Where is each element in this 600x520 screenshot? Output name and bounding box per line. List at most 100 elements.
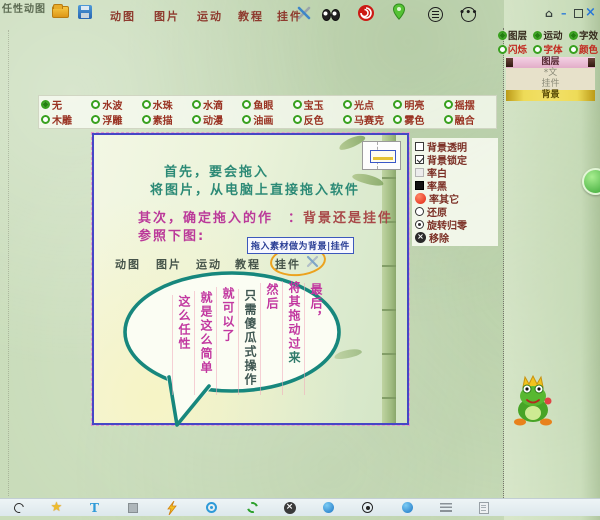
tab-color[interactable]: 颜色: [569, 42, 598, 56]
app-window: { "app": { "title": "任性动图" }, "main_menu…: [0, 0, 600, 520]
swirl-icon[interactable]: [357, 4, 375, 22]
remove-icon[interactable]: ×: [283, 501, 296, 514]
radio-icon: [393, 100, 402, 109]
record-icon[interactable]: [361, 501, 374, 514]
filter-option[interactable]: 鱼眼: [242, 97, 292, 112]
blue-dot-icon-2[interactable]: [401, 501, 414, 514]
menu-item-motion[interactable]: 运动: [197, 8, 223, 24]
blue-dot-icon[interactable]: [322, 501, 335, 514]
radio-icon: [343, 115, 352, 124]
bubble-col-1: 最后，: [304, 283, 326, 395]
left-edge-separator: [8, 30, 9, 496]
filter-option[interactable]: 光点: [343, 97, 393, 112]
radio-icon: [415, 207, 424, 216]
filter-option[interactable]: 反色: [293, 112, 343, 127]
text-tool-icon[interactable]: T: [88, 501, 101, 514]
filter-option[interactable]: 水珠: [142, 97, 192, 112]
filter-option[interactable]: 马赛克: [343, 112, 393, 127]
bubble-col-4: 只需傻瓜式操作: [238, 289, 260, 395]
bubble-col-2: 将其拖动过来: [282, 281, 304, 395]
layer-item-background-selected[interactable]: 背景: [506, 90, 595, 101]
layer-list: 图层 *文 挂件 背景: [506, 57, 595, 101]
menu-item-animation[interactable]: 动图: [110, 8, 136, 24]
background-options-panel: 背景透明 背景锁定 率白 率黑 率其它 还原 旋转归零 移除: [412, 138, 498, 246]
option-remove[interactable]: 移除: [415, 231, 495, 244]
checkbox-checked-icon: [415, 155, 424, 164]
radio-icon: [242, 100, 251, 109]
filter-option[interactable]: 木雕: [41, 112, 91, 127]
wrench-icon[interactable]: [296, 5, 312, 21]
bubble-col-6: 就是这么简单: [194, 291, 216, 395]
remove-circle-icon: [415, 232, 426, 243]
radio-icon: [293, 115, 302, 124]
filter-option[interactable]: 浮雕: [91, 112, 141, 127]
radio-icon: [41, 100, 50, 109]
layer-item-widget[interactable]: 挂件: [506, 79, 595, 90]
close-icon[interactable]: ×: [585, 5, 596, 20]
filter-option[interactable]: 摇摆: [444, 97, 494, 112]
list-icon[interactable]: [439, 501, 452, 514]
radio-icon: [393, 115, 402, 124]
more-circle-icon[interactable]: •••: [461, 7, 476, 22]
tab-flash[interactable]: 闪烁: [498, 42, 527, 56]
black-swatch-icon: [415, 181, 424, 190]
flash-icon[interactable]: [165, 501, 178, 514]
menu-item-tutorial[interactable]: 教程: [238, 8, 264, 24]
filter-option[interactable]: 宝玉: [293, 97, 343, 112]
filter-option[interactable]: 油画: [242, 112, 292, 127]
menu-circle-icon[interactable]: [428, 7, 443, 22]
radio-icon: [192, 115, 201, 124]
minimize-icon[interactable]: –: [561, 7, 567, 20]
tab-texteffect[interactable]: 字效: [569, 28, 598, 42]
app-title: 任性动图: [2, 0, 46, 15]
radio-icon: [192, 100, 201, 109]
right-tabs-row2: 闪烁 字体 颜色: [497, 42, 599, 56]
star-icon[interactable]: ★: [50, 501, 63, 514]
filter-option[interactable]: 融合: [444, 112, 494, 127]
radio-icon: [41, 115, 50, 124]
menu-item-image[interactable]: 图片: [154, 8, 180, 24]
radio-icon: [142, 115, 151, 124]
red-swatch-icon: [415, 193, 426, 204]
shape-icon[interactable]: [126, 501, 139, 514]
home-icon[interactable]: ⌂: [545, 7, 553, 20]
filter-option[interactable]: 素描: [142, 112, 192, 127]
editing-canvas[interactable]: 首先，要会拖入 将图片，从电脑上直接拖入软件 其次，确定拖入的作 ：背景还是挂件…: [92, 133, 409, 425]
panel-separator: [503, 28, 504, 498]
radio-icon: [293, 100, 302, 109]
filter-panel: 无 水波 水珠 水滴 鱼眼 宝玉 光点 明亮 摇摆 木雕 浮雕 素描 动漫 油画…: [38, 95, 497, 129]
filter-option[interactable]: 水波: [91, 97, 141, 112]
filter-option[interactable]: 水滴: [192, 97, 242, 112]
maximize-icon[interactable]: [574, 9, 583, 18]
option-rotation-reset[interactable]: 旋转归零: [415, 218, 495, 231]
layer-list-header[interactable]: 图层: [506, 57, 595, 68]
eyes-icon[interactable]: [322, 9, 340, 20]
radio-icon: [498, 45, 507, 54]
tab-motion[interactable]: 运动: [533, 28, 562, 42]
filter-option-none[interactable]: 无: [41, 97, 91, 112]
location-pin-icon[interactable]: [392, 3, 406, 21]
radio-icon: [142, 100, 151, 109]
radio-icon: [444, 100, 453, 109]
radio-icon: [91, 100, 100, 109]
bubble-col-5: 就可以了: [216, 287, 238, 395]
target-icon[interactable]: [205, 501, 218, 514]
filter-option[interactable]: 动漫: [192, 112, 242, 127]
layer-item-text[interactable]: *文: [506, 68, 595, 79]
radio-icon: [498, 31, 507, 40]
filter-option[interactable]: 明亮: [393, 97, 443, 112]
tab-font[interactable]: 字体: [533, 42, 562, 56]
open-folder-icon[interactable]: [52, 6, 69, 18]
radio-icon: [242, 115, 251, 124]
checkbox-icon: [415, 142, 424, 151]
frog-mascot: [505, 370, 563, 428]
radio-icon: [343, 100, 352, 109]
filter-option[interactable]: 雾色: [393, 112, 443, 127]
tab-layers[interactable]: 图层: [498, 28, 527, 42]
undo-icon[interactable]: [12, 501, 25, 514]
file-icon[interactable]: [477, 501, 490, 514]
save-icon[interactable]: [78, 5, 92, 19]
radio-icon: [91, 115, 100, 124]
radio-icon: [569, 31, 578, 40]
recycle-icon[interactable]: [246, 501, 259, 514]
